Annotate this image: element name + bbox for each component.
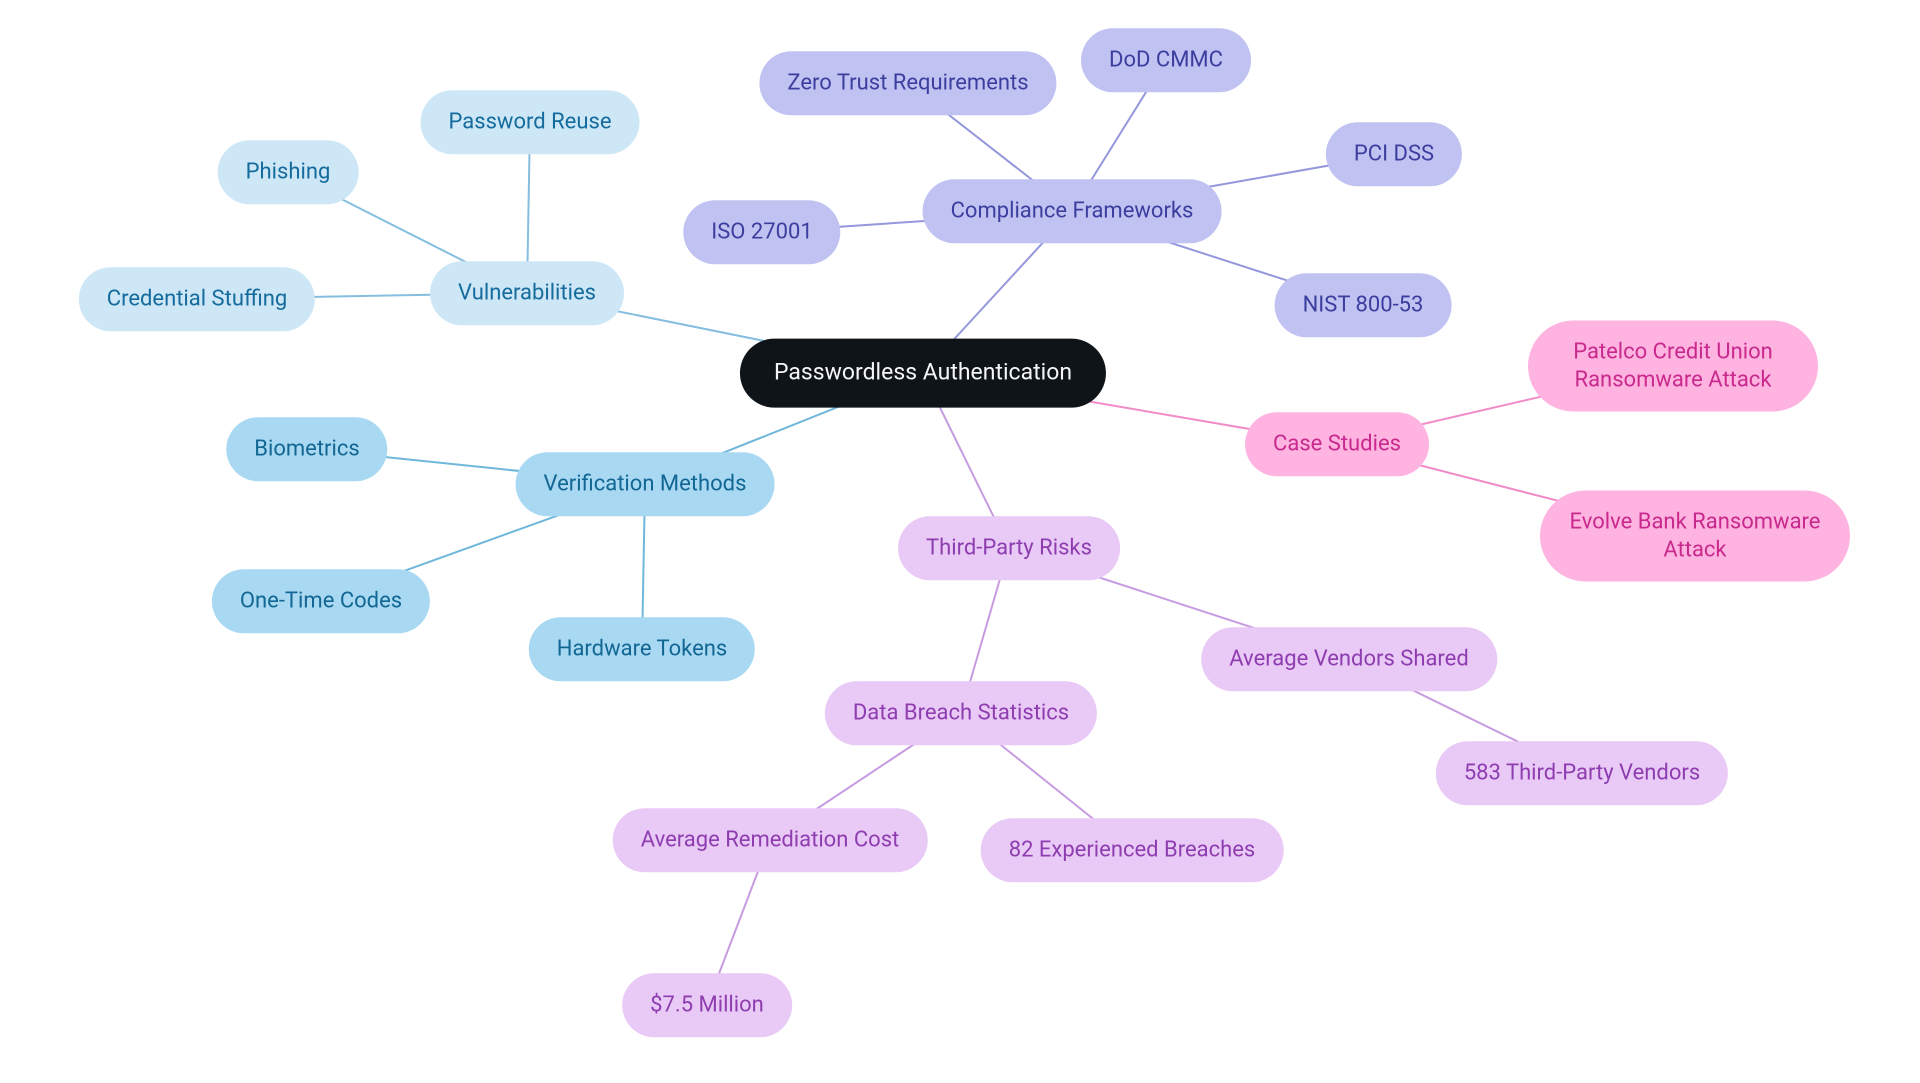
node-label: Evolve Bank Ransomware Attack xyxy=(1570,510,1821,563)
node-label: Average Remediation Cost xyxy=(641,827,900,852)
node-label: Passwordless Authentication xyxy=(774,359,1072,386)
node-phishing[interactable]: Phishing xyxy=(218,140,359,204)
node-third-party-risks[interactable]: Third-Party Risks xyxy=(898,516,1120,580)
node-583-vendors[interactable]: 583 Third-Party Vendors xyxy=(1436,741,1728,805)
node-label: Data Breach Statistics xyxy=(853,700,1069,725)
node-label: Patelco Credit Union Ransomware Attack xyxy=(1573,340,1773,393)
node-one-time-codes[interactable]: One-Time Codes xyxy=(212,569,430,633)
node-label: Credential Stuffing xyxy=(107,286,287,311)
node-nist[interactable]: NIST 800-53 xyxy=(1275,273,1452,337)
node-avg-cost[interactable]: Average Remediation Cost xyxy=(613,808,928,872)
node-avg-vendors[interactable]: Average Vendors Shared xyxy=(1201,627,1497,691)
node-dod-cmmc[interactable]: DoD CMMC xyxy=(1081,28,1251,92)
node-label: Biometrics xyxy=(254,436,359,461)
node-breach-stats[interactable]: Data Breach Statistics xyxy=(825,681,1097,745)
node-label: DoD CMMC xyxy=(1109,47,1223,72)
node-case-studies[interactable]: Case Studies xyxy=(1245,412,1429,476)
node-biometrics[interactable]: Biometrics xyxy=(226,417,387,481)
node-7-5-million[interactable]: $7.5 Million xyxy=(622,973,792,1037)
node-label: 82 Experienced Breaches xyxy=(1009,837,1256,862)
node-compliance-frameworks[interactable]: Compliance Frameworks xyxy=(923,179,1222,243)
node-label: ISO 27001 xyxy=(711,219,812,244)
node-label: PCI DSS xyxy=(1354,141,1434,166)
node-label: Compliance Frameworks xyxy=(951,198,1194,223)
node-label: Hardware Tokens xyxy=(557,636,727,661)
node-label: Vulnerabilities xyxy=(458,280,596,305)
node-label: Verification Methods xyxy=(544,471,747,496)
node-hardware-tokens[interactable]: Hardware Tokens xyxy=(529,617,755,681)
node-label: One-Time Codes xyxy=(240,588,402,613)
node-verification-methods[interactable]: Verification Methods xyxy=(516,452,775,516)
node-iso-27001[interactable]: ISO 27001 xyxy=(683,200,840,264)
node-label: Case Studies xyxy=(1273,431,1401,456)
node-label: Zero Trust Requirements xyxy=(787,70,1028,95)
node-vulnerabilities[interactable]: Vulnerabilities xyxy=(430,261,624,325)
node-root[interactable]: Passwordless Authentication xyxy=(740,339,1106,408)
node-label: Average Vendors Shared xyxy=(1229,646,1469,671)
node-label: Password Reuse xyxy=(448,109,611,134)
node-zero-trust[interactable]: Zero Trust Requirements xyxy=(759,51,1056,115)
mindmap-canvas: Passwordless Authentication Vulnerabilit… xyxy=(0,0,1920,1083)
node-patelco[interactable]: Patelco Credit Union Ransomware Attack xyxy=(1528,321,1818,412)
node-credential-stuffing[interactable]: Credential Stuffing xyxy=(79,267,315,331)
node-password-reuse[interactable]: Password Reuse xyxy=(420,90,639,154)
node-pci-dss[interactable]: PCI DSS xyxy=(1326,122,1462,186)
node-label: 583 Third-Party Vendors xyxy=(1464,760,1700,785)
node-82-breaches[interactable]: 82 Experienced Breaches xyxy=(981,818,1284,882)
node-label: $7.5 Million xyxy=(650,992,764,1017)
node-label: Phishing xyxy=(246,159,331,184)
node-label: NIST 800-53 xyxy=(1303,292,1424,317)
node-label: Third-Party Risks xyxy=(926,535,1092,560)
node-evolve[interactable]: Evolve Bank Ransomware Attack xyxy=(1540,491,1850,582)
